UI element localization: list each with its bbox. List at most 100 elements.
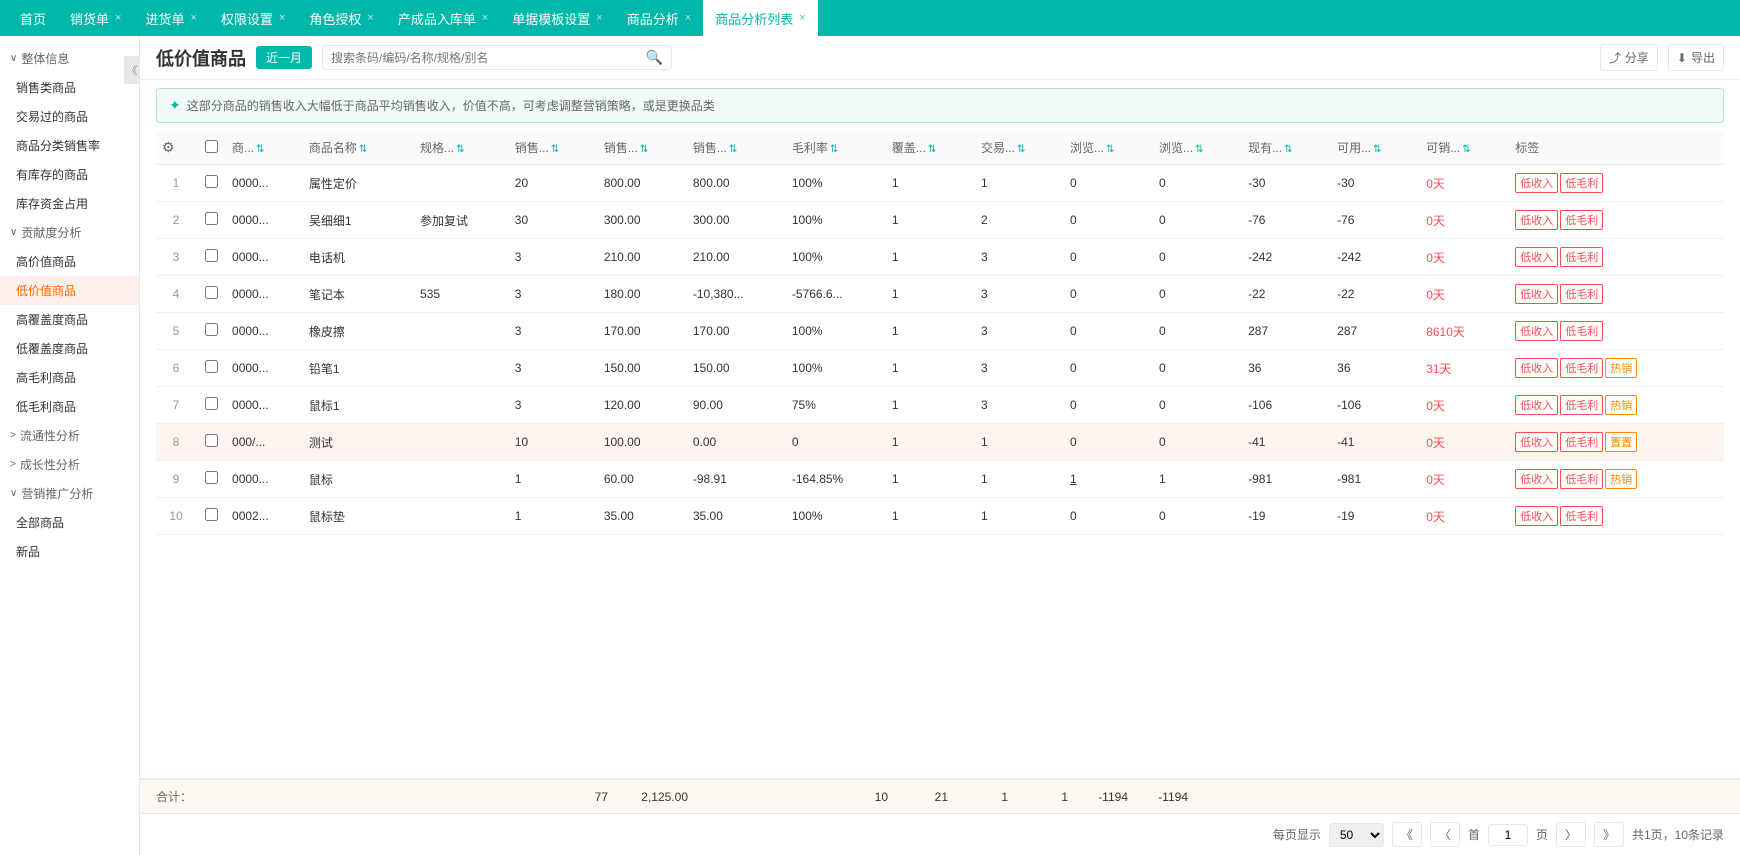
sidebar-item-in-stock-products[interactable]: 有库存的商品 — [0, 160, 139, 189]
page-size-select[interactable]: 50 100 200 — [1329, 823, 1384, 847]
sidebar-item-inventory-funds[interactable]: 库存资金占用 — [0, 189, 139, 218]
close-icon[interactable]: × — [482, 12, 488, 24]
nav-product-analysis-list[interactable]: 商品分析列表 × — [703, 0, 817, 36]
row-checkbox-cell[interactable] — [196, 202, 226, 239]
sidebar-item-low-value[interactable]: 低价值商品 — [0, 276, 139, 305]
col-code[interactable]: 商...⇅ — [226, 131, 303, 165]
close-icon[interactable]: × — [115, 12, 121, 24]
col-transaction[interactable]: 交易...⇅ — [975, 131, 1064, 165]
nav-permissions[interactable]: 权限设置 × — [209, 0, 297, 36]
row-checkbox[interactable] — [205, 360, 218, 373]
share-button[interactable]: ⤴ 分享 — [1600, 44, 1658, 71]
row-checkbox[interactable] — [205, 508, 218, 521]
col-name[interactable]: 商品名称⇅ — [303, 131, 414, 165]
col-coverage[interactable]: 覆盖...⇅ — [886, 131, 975, 165]
row-checkbox-cell[interactable] — [196, 350, 226, 387]
col-margin[interactable]: 毛利率⇅ — [786, 131, 886, 165]
top-navigation: 首页 销货单 × 进货单 × 权限设置 × 角色授权 × 产成品入库单 × 单据… — [0, 0, 1740, 36]
close-icon[interactable]: × — [367, 12, 373, 24]
nav-role-auth[interactable]: 角色授权 × — [297, 0, 385, 36]
col-view2[interactable]: 浏览...⇅ — [1153, 131, 1242, 165]
col-view1[interactable]: 浏览...⇅ — [1064, 131, 1153, 165]
row-checkbox-cell[interactable] — [196, 165, 226, 202]
settings-icon[interactable]: ⚙ — [162, 139, 175, 155]
product-tag: 低毛利 — [1560, 469, 1603, 489]
export-button[interactable]: ⬇ 导出 — [1668, 44, 1724, 71]
nav-sales-order[interactable]: 销货单 × — [58, 0, 133, 36]
sidebar-section-overall[interactable]: ∨ 整体信息 — [0, 44, 139, 73]
select-all-checkbox[interactable] — [205, 140, 218, 153]
search-input[interactable] — [331, 51, 646, 65]
sidebar-item-high-value[interactable]: 高价值商品 — [0, 247, 139, 276]
row-checkbox[interactable] — [205, 249, 218, 262]
search-icon[interactable]: 🔍 — [646, 49, 663, 66]
row-sales-amount: 0.00 — [687, 424, 786, 461]
row-checkbox-cell[interactable] — [196, 239, 226, 276]
period-button[interactable]: 近一月 — [256, 46, 312, 69]
row-spec — [414, 387, 509, 424]
row-spec — [414, 498, 509, 535]
row-available: 287 — [1331, 313, 1420, 350]
col-checkbox[interactable] — [196, 131, 226, 165]
sidebar-item-low-margin[interactable]: 低毛利商品 — [0, 392, 139, 421]
row-sales-price: 170.00 — [598, 313, 687, 350]
col-sales-qty[interactable]: 销售...⇅ — [509, 131, 598, 165]
close-icon[interactable]: × — [799, 12, 805, 24]
row-checkbox-cell[interactable] — [196, 313, 226, 350]
row-checkbox-cell[interactable] — [196, 387, 226, 424]
sidebar-section-liquidity[interactable]: > 流通性分析 — [0, 421, 139, 450]
sidebar-item-all-products[interactable]: 全部商品 — [0, 508, 139, 537]
nav-product-analysis[interactable]: 商品分析 × — [615, 0, 703, 36]
row-checkbox[interactable] — [205, 471, 218, 484]
row-checkbox-cell[interactable] — [196, 424, 226, 461]
row-saleable: 0天 — [1420, 202, 1509, 239]
sidebar-collapse-button[interactable]: 《 — [124, 56, 140, 84]
col-sales-amount[interactable]: 销售...⇅ — [687, 131, 786, 165]
row-checkbox[interactable] — [205, 397, 218, 410]
sidebar-item-high-coverage[interactable]: 高覆盖度商品 — [0, 305, 139, 334]
prev-page-button[interactable]: 〈 — [1430, 822, 1460, 847]
row-checkbox[interactable] — [205, 175, 218, 188]
row-tags: 低收入低毛利热销 — [1509, 350, 1724, 387]
row-sales-price: 180.00 — [598, 276, 687, 313]
table-row: 8 000/... 测试 10 100.00 0.00 0 1 1 0 0 -4… — [156, 424, 1724, 461]
nav-finished-goods[interactable]: 产成品入库单 × — [386, 0, 500, 36]
close-icon[interactable]: × — [190, 12, 196, 24]
close-icon[interactable]: × — [685, 12, 691, 24]
row-checkbox[interactable] — [205, 286, 218, 299]
sidebar-section-growth[interactable]: > 成长性分析 — [0, 450, 139, 479]
row-checkbox[interactable] — [205, 323, 218, 336]
next-page-button[interactable]: 〉 — [1556, 822, 1586, 847]
close-icon[interactable]: × — [596, 12, 602, 24]
page-number-input[interactable] — [1488, 824, 1528, 846]
row-checkbox-cell[interactable] — [196, 276, 226, 313]
row-checkbox[interactable] — [205, 212, 218, 225]
view-link[interactable]: 1 — [1070, 472, 1077, 486]
sidebar-item-high-margin[interactable]: 高毛利商品 — [0, 363, 139, 392]
sidebar-section-contribution[interactable]: ∨ 贡献度分析 — [0, 218, 139, 247]
last-page-button[interactable]: 》 — [1594, 822, 1624, 847]
sidebar-section-marketing[interactable]: ∨ 营销推广分析 — [0, 479, 139, 508]
nav-template-settings[interactable]: 单据模板设置 × — [500, 0, 614, 36]
col-spec[interactable]: 规格...⇅ — [414, 131, 509, 165]
sidebar-item-sales-products[interactable]: 销售类商品 — [0, 73, 139, 102]
nav-home[interactable]: 首页 — [8, 0, 58, 36]
sidebar-item-low-coverage[interactable]: 低覆盖度商品 — [0, 334, 139, 363]
col-available[interactable]: 可用...⇅ — [1331, 131, 1420, 165]
col-saleable[interactable]: 可销...⇅ — [1420, 131, 1509, 165]
nav-purchase-order[interactable]: 进货单 × — [133, 0, 208, 36]
sidebar-item-category-sales-rate[interactable]: 商品分类销售率 — [0, 131, 139, 160]
col-gear[interactable]: ⚙ — [156, 131, 196, 165]
row-code: 0000... — [226, 202, 303, 239]
col-sales-price[interactable]: 销售...⇅ — [598, 131, 687, 165]
row-checkbox-cell[interactable] — [196, 498, 226, 535]
row-checkbox[interactable] — [205, 434, 218, 447]
close-icon[interactable]: × — [279, 12, 285, 24]
col-current[interactable]: 现有...⇅ — [1242, 131, 1331, 165]
sidebar-item-new-products[interactable]: 新品 — [0, 537, 139, 566]
row-checkbox-cell[interactable] — [196, 461, 226, 498]
sidebar-item-traded-products[interactable]: 交易过的商品 — [0, 102, 139, 131]
row-view1: 0 — [1064, 165, 1153, 202]
page-prefix-label: 首 — [1468, 826, 1480, 843]
first-page-button[interactable]: 《 — [1392, 822, 1422, 847]
